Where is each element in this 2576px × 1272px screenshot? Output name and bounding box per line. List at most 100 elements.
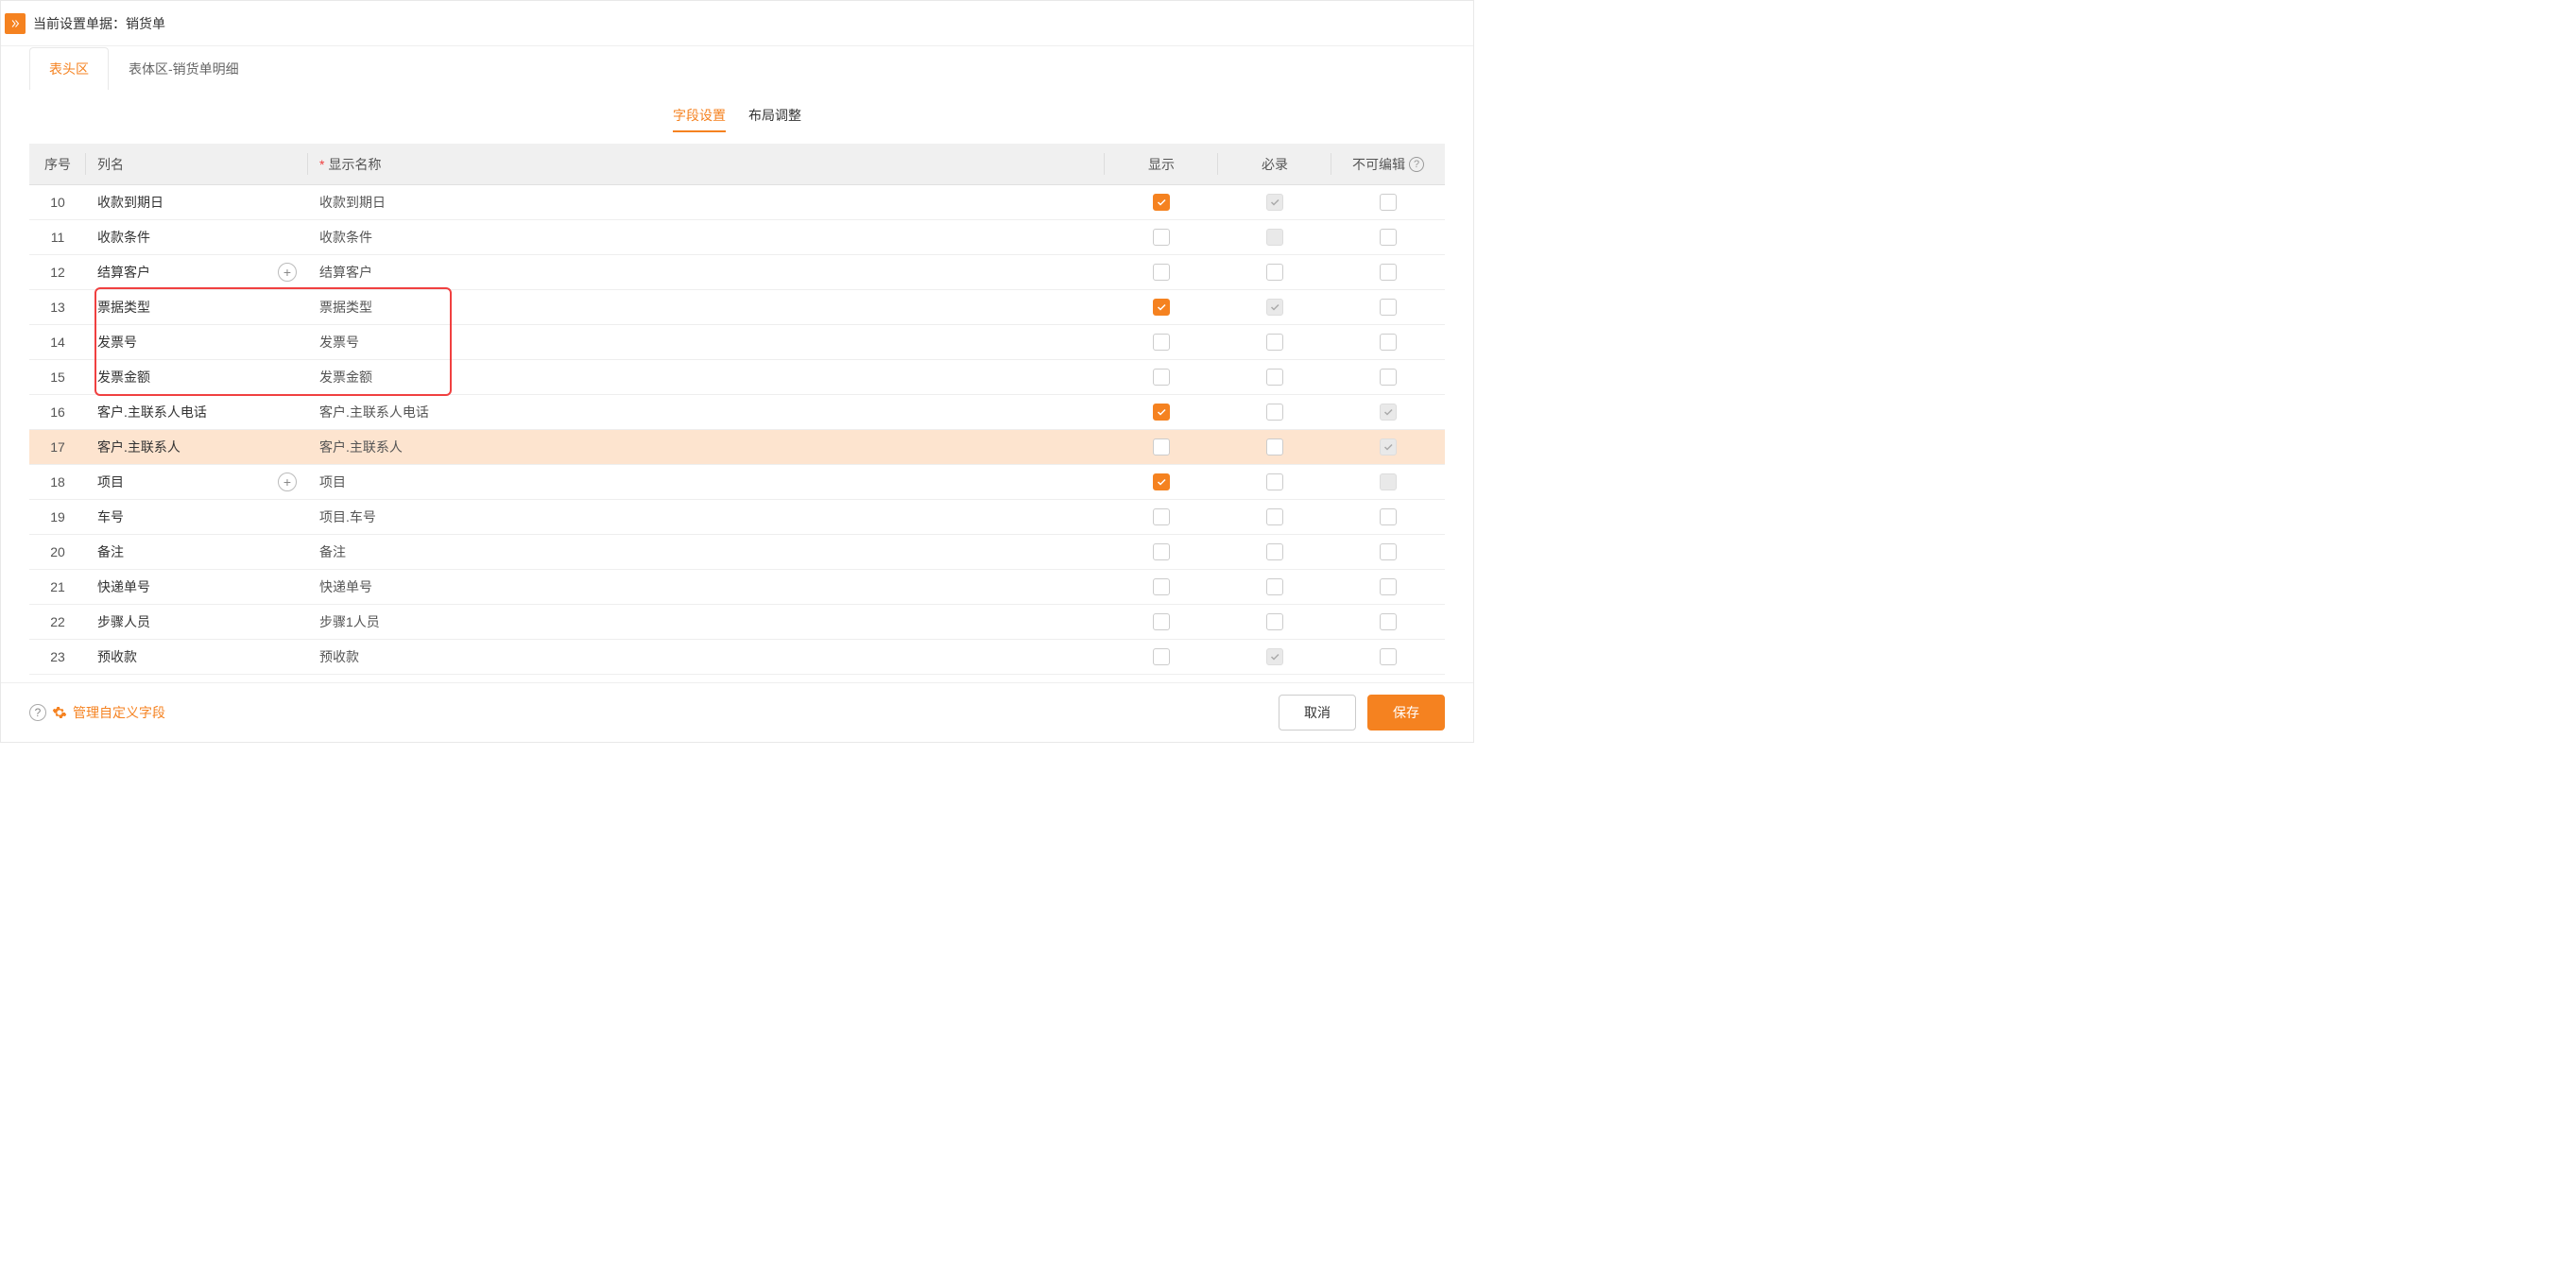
table-row: 14发票号发票号: [29, 325, 1445, 360]
col-display: * 显示名称: [308, 144, 1105, 185]
row-display-name[interactable]: 项目.车号: [308, 500, 1105, 535]
row-seq: 12: [29, 255, 86, 290]
checkbox-show[interactable]: [1153, 508, 1170, 525]
subtab-0[interactable]: 字段设置: [673, 100, 726, 132]
table-row: 18项目+项目: [29, 465, 1445, 500]
checkbox-show[interactable]: [1153, 648, 1170, 665]
row-display-name[interactable]: 票据类型: [308, 290, 1105, 325]
row-display-name[interactable]: 客户.主联系人电话: [308, 395, 1105, 430]
col-readonly: 不可编辑 ?: [1331, 144, 1445, 185]
table-row: 13票据类型票据类型: [29, 290, 1445, 325]
table-row: 15发票金额发票金额: [29, 360, 1445, 395]
checkbox-required[interactable]: [1266, 334, 1283, 351]
table-row: 20备注备注: [29, 535, 1445, 570]
row-display-name[interactable]: 发票号: [308, 325, 1105, 360]
cancel-button[interactable]: 取消: [1279, 695, 1356, 731]
checkbox-readonly[interactable]: [1380, 508, 1397, 525]
checkbox-required[interactable]: [1266, 613, 1283, 630]
row-seq: 14: [29, 325, 86, 360]
checkbox-required: [1266, 299, 1283, 316]
table-row: 12结算客户+结算客户: [29, 255, 1445, 290]
header-label: 当前设置单据：: [33, 14, 126, 33]
row-display-name[interactable]: 结算客户: [308, 255, 1105, 290]
checkbox-readonly[interactable]: [1380, 334, 1397, 351]
add-sub-button[interactable]: +: [278, 473, 297, 491]
tab-1[interactable]: 表体区-销货单明细: [109, 47, 259, 90]
checkbox-required[interactable]: [1266, 578, 1283, 595]
checkbox-readonly[interactable]: [1380, 648, 1397, 665]
checkbox-readonly[interactable]: [1380, 543, 1397, 560]
checkbox-required[interactable]: [1266, 473, 1283, 490]
question-icon[interactable]: ?: [29, 704, 46, 721]
chevrons-right-icon: [9, 18, 21, 29]
checkbox-readonly[interactable]: [1380, 613, 1397, 630]
main-tabs: 表头区表体区-销货单明细: [1, 46, 1473, 89]
checkbox-show[interactable]: [1153, 299, 1170, 316]
row-seq: 16: [29, 395, 86, 430]
checkbox-show[interactable]: [1153, 613, 1170, 630]
gear-icon: [52, 705, 67, 720]
table-row: 21快递单号快递单号: [29, 570, 1445, 605]
row-display-name[interactable]: 客户.主联系人: [308, 430, 1105, 465]
row-colname: 步骤人员: [86, 605, 308, 640]
subtab-1[interactable]: 布局调整: [748, 100, 801, 132]
row-display-name[interactable]: 项目: [308, 465, 1105, 500]
save-button[interactable]: 保存: [1367, 695, 1445, 731]
checkbox-readonly[interactable]: [1380, 264, 1397, 281]
row-display-name[interactable]: 快递单号: [308, 570, 1105, 605]
checkbox-readonly[interactable]: [1380, 369, 1397, 386]
checkbox-show[interactable]: [1153, 438, 1170, 456]
checkbox-show[interactable]: [1153, 194, 1170, 211]
checkbox-show[interactable]: [1153, 543, 1170, 560]
checkbox-readonly: [1380, 404, 1397, 421]
row-seq: 22: [29, 605, 86, 640]
row-display-name[interactable]: 预收款: [308, 640, 1105, 675]
row-seq: 18: [29, 465, 86, 500]
checkbox-required: [1266, 194, 1283, 211]
row-colname: 发票金额: [86, 360, 308, 395]
table-row: 16客户.主联系人电话客户.主联系人电话: [29, 395, 1445, 430]
table-header: 序号 列名 * 显示名称 显示 必录 不可编辑 ?: [29, 144, 1445, 185]
checkbox-required[interactable]: [1266, 508, 1283, 525]
checkbox-show[interactable]: [1153, 369, 1170, 386]
help-icon[interactable]: ?: [1409, 157, 1424, 172]
checkbox-required[interactable]: [1266, 264, 1283, 281]
row-colname: 收款到期日: [86, 185, 308, 220]
row-display-name[interactable]: 收款条件: [308, 220, 1105, 255]
checkbox-show[interactable]: [1153, 578, 1170, 595]
checkbox-show[interactable]: [1153, 404, 1170, 421]
checkbox-show[interactable]: [1153, 334, 1170, 351]
checkbox-required[interactable]: [1266, 404, 1283, 421]
row-display-name[interactable]: 备注: [308, 535, 1105, 570]
checkbox-readonly: [1380, 438, 1397, 456]
checkbox-readonly[interactable]: [1380, 194, 1397, 211]
row-colname: 结算客户+: [86, 255, 308, 290]
table-row: 10收款到期日收款到期日: [29, 185, 1445, 220]
tab-0[interactable]: 表头区: [29, 47, 109, 90]
checkbox-show[interactable]: [1153, 264, 1170, 281]
row-seq: 23: [29, 640, 86, 675]
row-colname: 收款条件: [86, 220, 308, 255]
row-seq: 17: [29, 430, 86, 465]
row-colname: 预收款: [86, 640, 308, 675]
checkbox-readonly[interactable]: [1380, 229, 1397, 246]
row-display-name[interactable]: 步骤1人员: [308, 605, 1105, 640]
add-sub-button[interactable]: +: [278, 263, 297, 282]
checkbox-required[interactable]: [1266, 438, 1283, 456]
checkbox-required[interactable]: [1266, 369, 1283, 386]
checkbox-required[interactable]: [1266, 543, 1283, 560]
row-display-name[interactable]: 发票金额: [308, 360, 1105, 395]
sidebar-toggle[interactable]: [5, 13, 26, 34]
checkbox-readonly[interactable]: [1380, 299, 1397, 316]
checkbox-show[interactable]: [1153, 473, 1170, 490]
checkbox-readonly[interactable]: [1380, 578, 1397, 595]
checkbox-required: [1266, 648, 1283, 665]
checkbox-show[interactable]: [1153, 229, 1170, 246]
row-colname: 发票号: [86, 325, 308, 360]
row-colname: 快递单号: [86, 570, 308, 605]
table-row: 11收款条件收款条件: [29, 220, 1445, 255]
manage-fields-link[interactable]: 管理自定义字段: [73, 703, 165, 722]
row-colname: 车号: [86, 500, 308, 535]
row-display-name[interactable]: 收款到期日: [308, 185, 1105, 220]
row-seq: 20: [29, 535, 86, 570]
